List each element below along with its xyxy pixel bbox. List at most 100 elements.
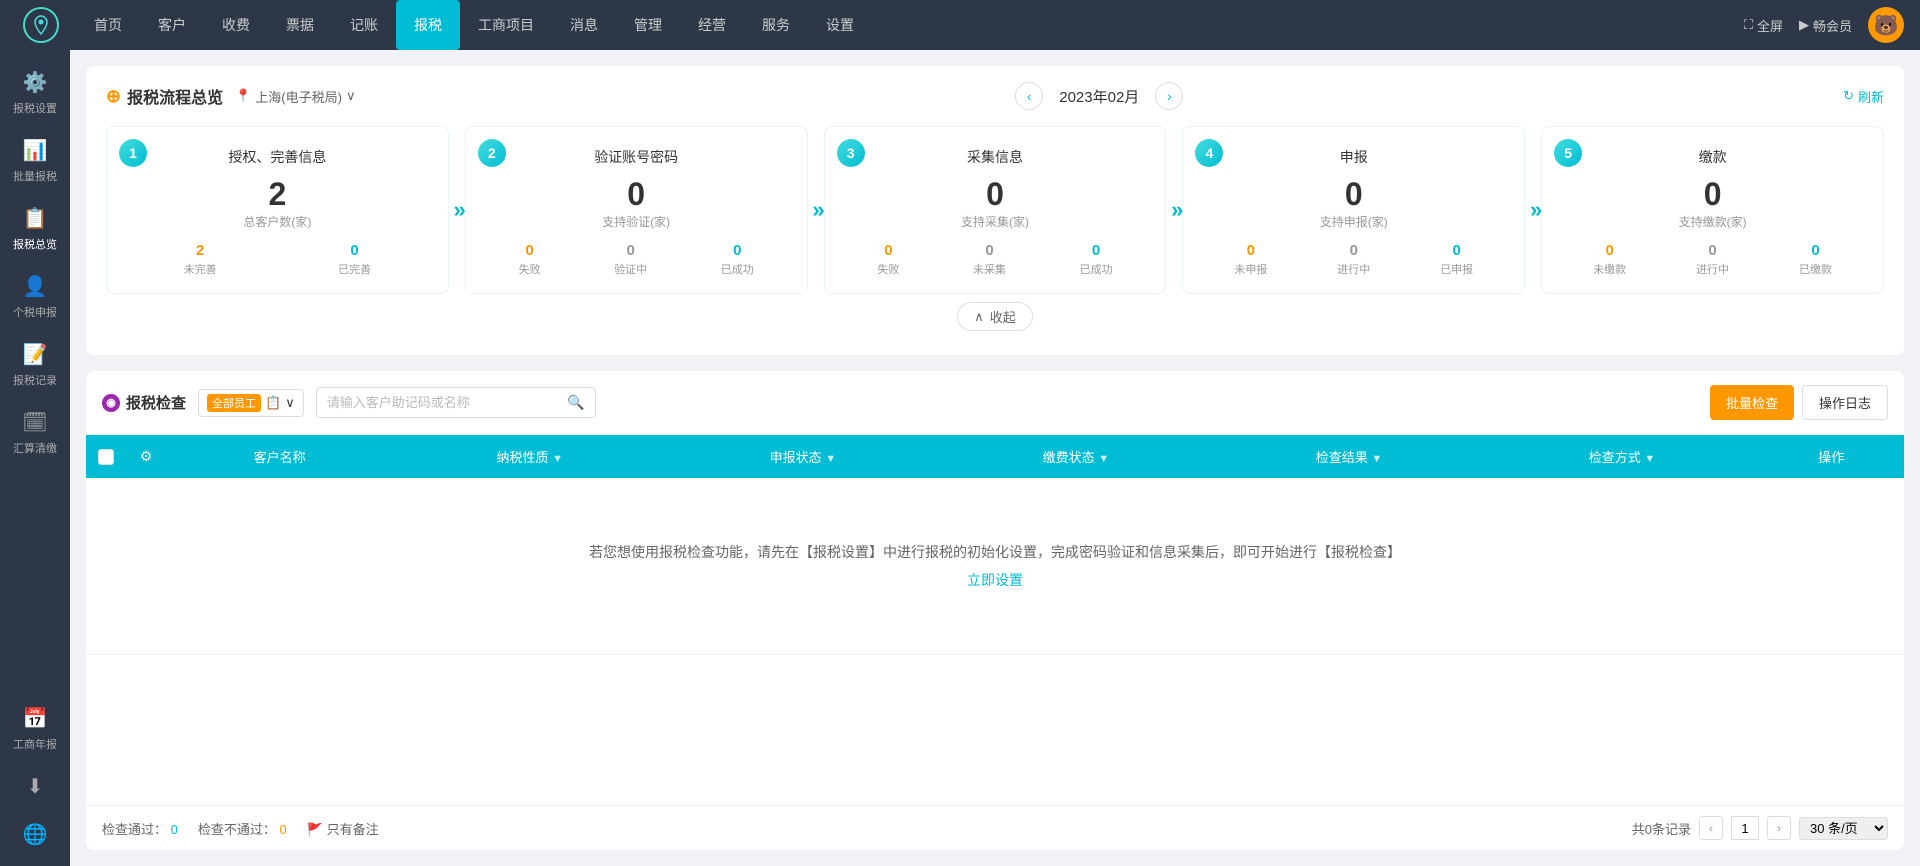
vip-icon: ▶	[1799, 17, 1809, 33]
step-2-sub: 支持验证(家)	[482, 213, 791, 230]
pass-count[interactable]: 0	[171, 822, 178, 837]
overview-title-icon: ⊕	[106, 86, 121, 107]
step-3-arrow: »	[1171, 197, 1183, 223]
tax-check-title-text: 报税检查	[126, 392, 186, 413]
top-nav-right: ⛶ 全屏 ▶ 畅会员 🐻	[1744, 7, 1904, 43]
nav-invoice[interactable]: 票据	[268, 0, 332, 50]
nav-accounting[interactable]: 记账	[332, 0, 396, 50]
table-header-check-method: 检查方式 ▼	[1486, 435, 1759, 478]
fail-count[interactable]: 0	[280, 822, 287, 837]
location-selector[interactable]: 📍 上海(电子税局) ∨	[235, 87, 355, 106]
nav-service[interactable]: 服务	[744, 0, 808, 50]
step-2-title: 验证账号密码	[482, 147, 791, 167]
nav-fee[interactable]: 收费	[204, 0, 268, 50]
sidebar-label-tax-settings: 报税设置	[13, 100, 57, 116]
setup-link[interactable]: 立即设置	[967, 566, 1023, 594]
vip-button[interactable]: ▶ 畅会员	[1799, 16, 1852, 35]
col-check-result: 检查结果	[1316, 450, 1368, 465]
select-all-checkbox[interactable]	[98, 449, 114, 465]
top-navigation: 首页 客户 收费 票据 记账 报税 工商项目 消息 管理 经营 服务 设置 ⛶ …	[0, 0, 1920, 50]
step-2-stat-0[interactable]: 0 失败	[519, 242, 541, 277]
nav-customer[interactable]: 客户	[140, 0, 204, 50]
step-5-stat-1[interactable]: 0 进行中	[1696, 242, 1729, 277]
sidebar-item-download[interactable]: ⬇	[0, 762, 70, 810]
s3-label-0: 失败	[877, 261, 899, 277]
step-4-arrow: »	[1530, 197, 1542, 223]
step-1-stat-0[interactable]: 2 未完善	[184, 242, 217, 277]
globe-icon: 🌐	[21, 820, 49, 848]
filter-icon-1[interactable]: ▼	[552, 453, 563, 465]
filter-icon-5[interactable]: ▼	[1644, 453, 1655, 465]
filter-icon-2[interactable]: ▼	[825, 453, 836, 465]
refresh-label: 刷新	[1858, 87, 1884, 106]
fullscreen-button[interactable]: ⛶ 全屏	[1744, 16, 1783, 35]
s3-label-1: 未采集	[973, 261, 1006, 277]
sidebar-item-tax-records[interactable]: 📝 报税记录	[0, 330, 70, 398]
table-header-checkbox[interactable]	[86, 435, 126, 478]
step-5-stat-0[interactable]: 0 未缴款	[1593, 242, 1626, 277]
nav-operation[interactable]: 经营	[680, 0, 744, 50]
sidebar-item-annual-report[interactable]: 📅 工商年报	[0, 694, 70, 762]
prev-page-button[interactable]: ‹	[1699, 816, 1723, 840]
operation-log-button[interactable]: 操作日志	[1802, 385, 1888, 420]
stat-num-1: 0	[350, 242, 358, 259]
s4-num-2: 0	[1453, 242, 1461, 259]
step-4-sub: 支持申报(家)	[1199, 213, 1508, 230]
sidebar-item-settlement[interactable]: 🗓 汇算清缴	[0, 398, 70, 466]
step-4-stat-1[interactable]: 0 进行中	[1337, 242, 1370, 277]
per-page-select[interactable]: 30 条/页50 条/页100 条/页	[1799, 817, 1888, 840]
step-1-card: 1 授权、完善信息 2 总客户数(家) 2 未完善 0 已完善	[106, 126, 449, 294]
step-1-stat-1[interactable]: 0 已完善	[338, 242, 371, 277]
nav-message[interactable]: 消息	[552, 0, 616, 50]
step-1-number: 1	[119, 139, 147, 167]
step-3-stat-0[interactable]: 0 失败	[877, 242, 899, 277]
settings-gear-icon[interactable]: ⚙	[140, 448, 153, 464]
note-label: 🚩 只有备注	[307, 819, 379, 838]
table-footer: 检查通过： 0 检查不通过： 0 🚩 只有备注 共0条记录 ‹	[86, 805, 1904, 850]
step-3-sub: 支持采集(家)	[841, 213, 1150, 230]
sidebar-item-tax-settings[interactable]: ⚙️ 报税设置	[0, 58, 70, 126]
step-2-stat-2[interactable]: 0 已成功	[721, 242, 754, 277]
step-3-stat-2[interactable]: 0 已成功	[1080, 242, 1113, 277]
step-5-stat-2[interactable]: 0 已缴款	[1799, 242, 1832, 277]
nav-manage[interactable]: 管理	[616, 0, 680, 50]
search-button[interactable]: 🔍	[557, 388, 594, 417]
employee-selector[interactable]: 全部员工 📋 ∨	[198, 389, 304, 417]
col-operation: 操作	[1818, 450, 1844, 465]
sidebar-item-batch-tax[interactable]: 📊 批量报税	[0, 126, 70, 194]
collapse-button[interactable]: ∧ 收起	[957, 302, 1033, 331]
table-header-settings[interactable]: ⚙	[126, 435, 166, 478]
nav-home[interactable]: 首页	[76, 0, 140, 50]
batch-check-button[interactable]: 批量检查	[1710, 385, 1794, 420]
prev-month-button[interactable]: ‹	[1015, 82, 1043, 110]
step-4-stat-2[interactable]: 0 已申报	[1440, 242, 1473, 277]
sidebar-item-tax-overview[interactable]: 📋 报税总览	[0, 194, 70, 262]
s4-num-0: 0	[1247, 242, 1255, 259]
user-avatar[interactable]: 🐻	[1868, 7, 1904, 43]
s4-label-0: 未申报	[1234, 261, 1267, 277]
nav-business[interactable]: 工商项目	[460, 0, 552, 50]
sidebar-item-globe[interactable]: 🌐	[0, 810, 70, 858]
overview-card: ⊕ 报税流程总览 📍 上海(电子税局) ∨ ‹ 2023年02月 › ↻	[86, 66, 1904, 355]
page-input[interactable]	[1731, 816, 1759, 840]
filter-icon-4[interactable]: ▼	[1371, 453, 1382, 465]
search-input[interactable]	[317, 389, 558, 416]
sidebar-item-personal-tax[interactable]: 👤 个税申报	[0, 262, 70, 330]
step-2-stat-1[interactable]: 0 验证中	[614, 242, 647, 277]
step-4-stat-0[interactable]: 0 未申报	[1234, 242, 1267, 277]
sidebar-label-tax-records: 报税记录	[13, 372, 57, 388]
nav-tax[interactable]: 报税	[396, 0, 460, 50]
empty-area: 若您想使用报税检查功能，请先在【报税设置】中进行报税的初始化设置，完成密码验证和…	[96, 488, 1894, 644]
next-month-button[interactable]: ›	[1155, 82, 1183, 110]
logo-icon	[23, 7, 59, 43]
refresh-button[interactable]: ↻ 刷新	[1843, 87, 1884, 106]
sidebar-top: ⚙️ 报税设置 📊 批量报税 📋 报税总览 👤 个税申报 📝 报税记录 🗓	[0, 58, 70, 466]
s5-num-2: 0	[1811, 242, 1819, 259]
next-page-button[interactable]: ›	[1767, 816, 1791, 840]
table-header-operation: 操作	[1759, 435, 1904, 478]
step-3-stat-1[interactable]: 0 未采集	[973, 242, 1006, 277]
nav-settings[interactable]: 设置	[808, 0, 872, 50]
search-box: 🔍	[316, 387, 596, 418]
empty-row: 若您想使用报税检查功能，请先在【报税设置】中进行报税的初始化设置，完成密码验证和…	[86, 478, 1904, 655]
filter-icon-3[interactable]: ▼	[1098, 453, 1109, 465]
